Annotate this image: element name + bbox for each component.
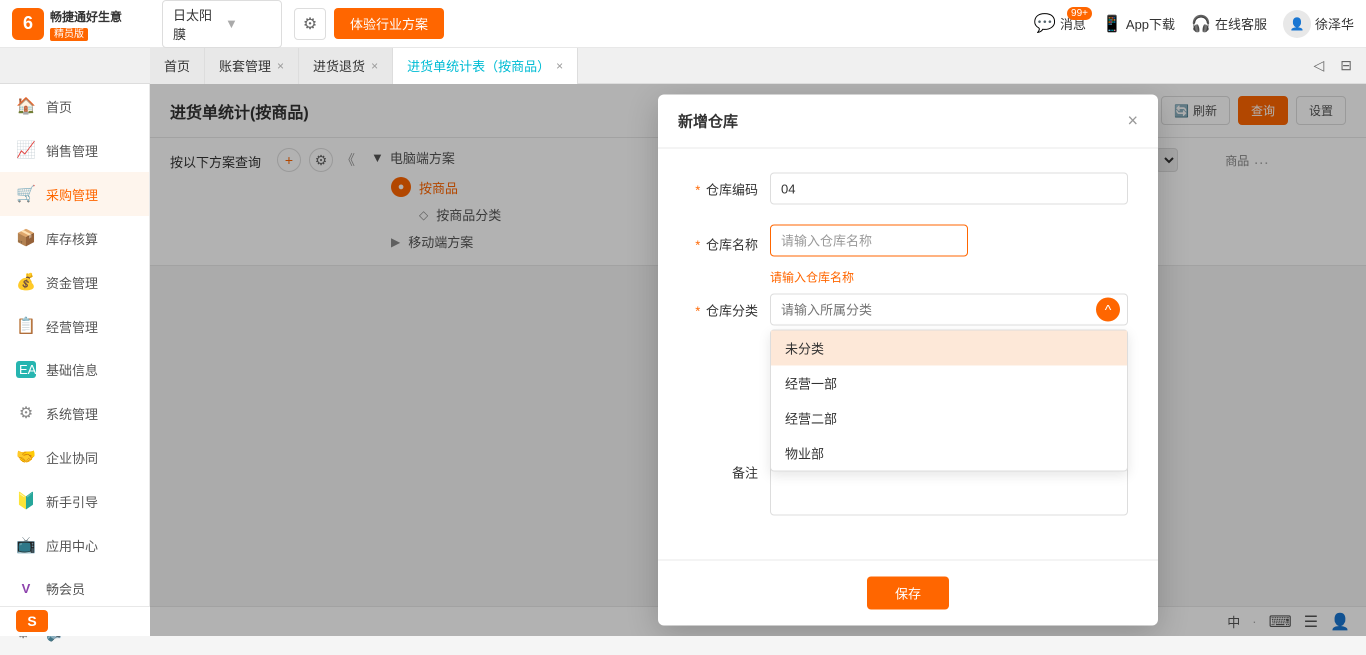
- tab-nav-right[interactable]: ⊟: [1334, 55, 1358, 76]
- sidebar: 🏠 首页 📈 销售管理 🛒 采购管理 📦 库存核算 💰 资金管理 📋 经营管理 …: [0, 84, 150, 636]
- member-icon: V: [16, 581, 36, 596]
- new-warehouse-modal: 新增仓库 × * 仓库编码 * 仓库名称: [658, 95, 1158, 626]
- message-item[interactable]: 💬 消息 99+: [1034, 13, 1086, 34]
- tab-close-purchase-return[interactable]: ×: [371, 59, 378, 73]
- username-label: 徐泽华: [1315, 14, 1354, 33]
- tab-nav-left[interactable]: ◁: [1307, 55, 1330, 76]
- sidebar-item-guide[interactable]: 🔰 新手引导: [0, 479, 149, 523]
- modal-header: 新增仓库 ×: [658, 95, 1158, 149]
- category-option-property[interactable]: 物业部: [771, 436, 1127, 471]
- warehouse-name-error: 请输入仓库名称: [770, 271, 854, 285]
- operations-icon: 📋: [16, 316, 36, 336]
- sidebar-item-finance[interactable]: 💰 资金管理: [0, 260, 149, 304]
- enterprise-icon: 🤝: [16, 447, 36, 467]
- logo-icon: 6: [12, 8, 44, 40]
- tab-bar: 首页 账套管理 × 进货退货 × 进货单统计表（按商品） × ◁ ⊟: [0, 48, 1366, 84]
- sidebar-item-home[interactable]: 🏠 首页: [0, 84, 149, 128]
- top-center: ⚙ 体验行业方案: [282, 8, 1034, 40]
- store-dropdown-arrow: ▼: [225, 16, 271, 31]
- basic-info-icon: EA: [16, 361, 36, 378]
- logo-area: 6 畅捷通好生意 精员版: [12, 8, 162, 40]
- sidebar-item-enterprise[interactable]: 🤝 企业协同: [0, 435, 149, 479]
- sidebar-item-sales[interactable]: 📈 销售管理: [0, 128, 149, 172]
- modal-footer: 保存: [658, 560, 1158, 626]
- warehouse-name-label: * 仓库名称: [688, 228, 758, 254]
- purchase-icon: 🛒: [16, 184, 36, 204]
- remark-label: 备注: [688, 456, 758, 482]
- page-content: 进货单统计(按商品) 🖨 按模板打印 ▼ 📤 导出 🔄 刷新 查询: [150, 84, 1366, 636]
- home-icon: 🏠: [16, 96, 36, 116]
- warehouse-code-label: * 仓库编码: [688, 173, 758, 199]
- app-center-icon: 📺: [16, 535, 36, 555]
- tab-account-management[interactable]: 账套管理 ×: [205, 48, 299, 84]
- tab-home[interactable]: 首页: [150, 48, 205, 84]
- sidebar-item-app-center[interactable]: 📺 应用中心: [0, 523, 149, 567]
- store-selector[interactable]: 日太阳膜 ▼: [162, 0, 282, 48]
- logo-text: 畅捷通好生意 精员版: [50, 8, 122, 40]
- category-dropdown-menu: 未分类 经营一部 经营二部 物业部: [770, 330, 1128, 472]
- warehouse-category-dropdown: ^ 未分类 经营一部 经营二部 物业部: [770, 294, 1128, 326]
- tab-close-account[interactable]: ×: [277, 59, 284, 73]
- modal-body: * 仓库编码 * 仓库名称 请输入仓库名称: [658, 149, 1158, 560]
- warehouse-name-input[interactable]: [770, 225, 968, 257]
- finance-icon: 💰: [16, 272, 36, 292]
- category-option-dept1[interactable]: 经营一部: [771, 366, 1127, 401]
- modal-close-btn[interactable]: ×: [1127, 111, 1138, 132]
- guide-icon: 🔰: [16, 491, 36, 511]
- save-button[interactable]: 保存: [867, 577, 949, 610]
- bottom-left: S: [0, 606, 64, 636]
- user-profile-item[interactable]: 👤 徐泽华: [1283, 10, 1354, 38]
- sidebar-item-basic-info[interactable]: EA 基础信息: [0, 348, 149, 391]
- logo-badge: 精员版: [50, 28, 88, 41]
- tab-purchase-stats[interactable]: 进货单统计表（按商品） ×: [393, 48, 578, 84]
- app-download-label: App下载: [1126, 14, 1175, 33]
- message-badge: 99+: [1067, 7, 1092, 20]
- sidebar-item-member[interactable]: V 畅会员: [0, 567, 149, 610]
- s-logo: S: [16, 610, 48, 632]
- online-service-item[interactable]: 🎧 在线客服: [1191, 14, 1267, 34]
- warehouse-category-row: * 仓库分类 ^ 未分类 经营一部 经营二部 物业部: [688, 294, 1128, 326]
- modal-title: 新增仓库: [678, 111, 738, 132]
- warehouse-category-label: * 仓库分类: [688, 294, 758, 320]
- tab-close-stats[interactable]: ×: [556, 59, 563, 73]
- settings-icon-btn[interactable]: ⚙: [294, 8, 326, 40]
- inventory-icon: 📦: [16, 228, 36, 248]
- warehouse-code-row: * 仓库编码: [688, 173, 1128, 205]
- user-avatar: 👤: [1283, 10, 1311, 38]
- online-service-label: 在线客服: [1215, 14, 1267, 33]
- category-option-unclassified[interactable]: 未分类: [771, 331, 1127, 366]
- sidebar-item-system[interactable]: ⚙ 系统管理: [0, 391, 149, 435]
- category-option-dept2[interactable]: 经营二部: [771, 401, 1127, 436]
- warehouse-name-row: * 仓库名称 请输入仓库名称: [688, 225, 1128, 286]
- sales-icon: 📈: [16, 140, 36, 160]
- dropdown-toggle-btn[interactable]: ^: [1096, 298, 1120, 322]
- sidebar-item-purchase[interactable]: 🛒 采购管理: [0, 172, 149, 216]
- tab-controls: ◁ ⊟: [1307, 55, 1366, 76]
- trial-button[interactable]: 体验行业方案: [334, 8, 444, 39]
- system-icon: ⚙: [16, 403, 36, 423]
- tab-purchase-return[interactable]: 进货退货 ×: [299, 48, 393, 84]
- warehouse-code-input[interactable]: [770, 173, 1128, 205]
- top-right-area: 💬 消息 99+ 📱 App下载 🎧 在线客服 👤 徐泽华: [1034, 10, 1354, 38]
- top-navbar: 6 畅捷通好生意 精员版 日太阳膜 ▼ ⚙ 体验行业方案 💬 消息 99+ 📱 …: [0, 0, 1366, 48]
- store-name: 日太阳膜: [173, 5, 219, 43]
- sidebar-item-inventory[interactable]: 📦 库存核算: [0, 216, 149, 260]
- app-download-item[interactable]: 📱 App下载: [1102, 14, 1175, 34]
- sidebar-item-operations[interactable]: 📋 经营管理: [0, 304, 149, 348]
- main-layout: 🏠 首页 📈 销售管理 🛒 采购管理 📦 库存核算 💰 资金管理 📋 经营管理 …: [0, 84, 1366, 636]
- warehouse-category-input[interactable]: [770, 294, 1128, 326]
